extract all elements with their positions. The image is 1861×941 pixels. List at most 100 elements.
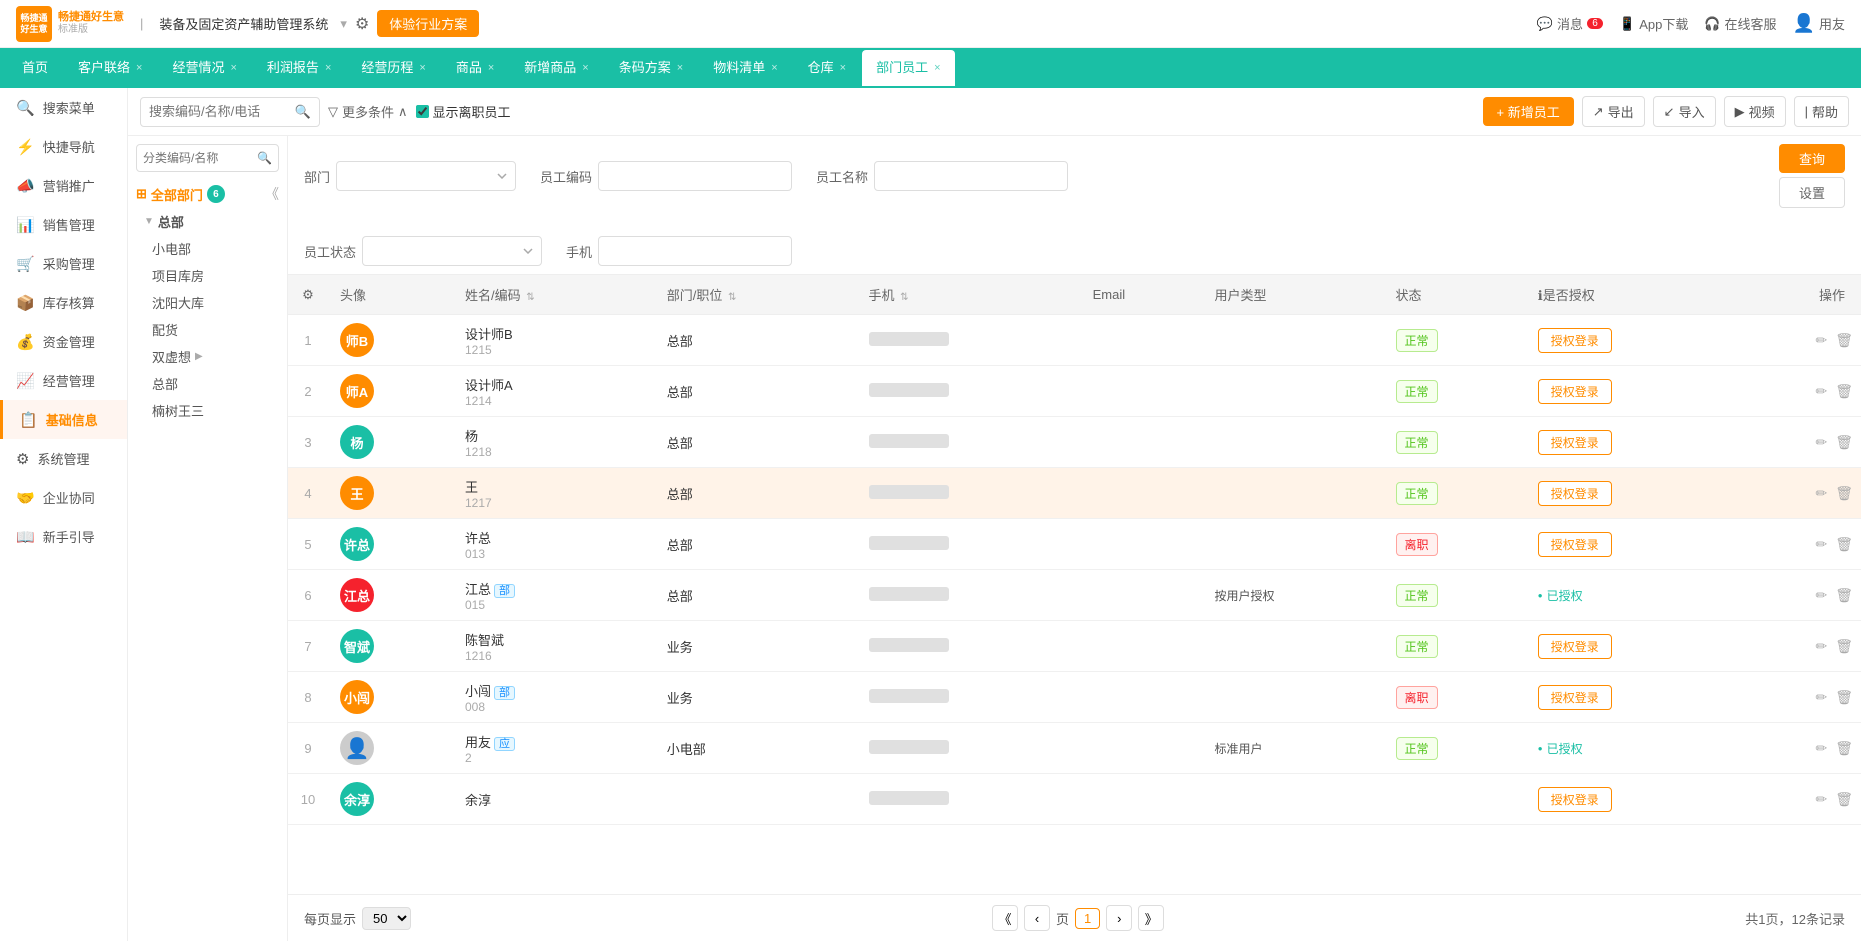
dept-search-wrap[interactable]: 🔍 (136, 144, 279, 172)
nav-tab-条码方案[interactable]: 条码方案× (605, 50, 697, 86)
sidebar-item-快捷导航[interactable]: ⚡快捷导航 (0, 127, 127, 166)
show-resigned-checkbox[interactable]: 显示离职员工 (416, 102, 511, 121)
nav-tab-经营情况[interactable]: 经营情况× (158, 50, 250, 86)
dept-filter-select[interactable] (336, 161, 516, 191)
delete-button[interactable]: 🗑 (1835, 638, 1853, 655)
delete-button[interactable]: 🗑 (1835, 689, 1853, 706)
phone-filter-input[interactable] (598, 236, 792, 266)
help-button[interactable]: | 帮助 (1794, 96, 1849, 127)
nav-tab-经营历程[interactable]: 经营历程× (347, 50, 439, 86)
sidebar-item-新手引导[interactable]: 📖新手引导 (0, 517, 127, 556)
prev-page-button[interactable]: ‹ (1024, 905, 1050, 931)
close-tab-icon[interactable]: × (230, 50, 236, 86)
nav-tab-仓库[interactable]: 仓库× (794, 50, 860, 86)
empcode-filter-input[interactable] (598, 161, 792, 191)
edit-button[interactable]: ✏ (1815, 536, 1827, 553)
dept-collapse-button[interactable]: 《 (265, 184, 279, 204)
auth-login-button[interactable]: 授权登录 (1538, 328, 1612, 353)
sidebar-item-经营管理[interactable]: 📈经营管理 (0, 361, 127, 400)
sidebar-item-基础信息[interactable]: 📋基础信息 (0, 400, 127, 439)
close-tab-icon[interactable]: × (325, 50, 331, 86)
nav-tab-首页[interactable]: 首页 (8, 50, 62, 86)
query-button[interactable]: 查询 (1779, 144, 1845, 173)
dept-tree-item-项目库房[interactable]: 项目库房 (136, 262, 279, 289)
page-size-select[interactable]: 50 (362, 907, 411, 930)
first-page-button[interactable]: 《 (992, 905, 1018, 931)
delete-button[interactable]: 🗑 (1835, 587, 1853, 604)
experience-button[interactable]: 体验行业方案 (377, 10, 479, 37)
sidebar-item-搜索菜单[interactable]: 🔍搜索菜单 (0, 88, 127, 127)
gear-button[interactable]: ⚙ (355, 14, 369, 34)
sidebar-item-营销推广[interactable]: 📣营销推广 (0, 166, 127, 205)
last-page-button[interactable]: 》 (1138, 905, 1164, 931)
auth-login-button[interactable]: 授权登录 (1538, 379, 1612, 404)
empstatus-filter-select[interactable] (362, 236, 542, 266)
edit-button[interactable]: ✏ (1815, 791, 1827, 808)
online-service-button[interactable]: 🎧 在线客服 (1704, 14, 1776, 33)
delete-button[interactable]: 🗑 (1835, 536, 1853, 553)
auth-login-button[interactable]: 授权登录 (1538, 532, 1612, 557)
sort-phone-icon[interactable]: ⇅ (900, 292, 908, 303)
sidebar-item-库存核算[interactable]: 📦库存核算 (0, 283, 127, 322)
more-conditions-button[interactable]: ▽ 更多条件 ∧ (328, 102, 408, 121)
sidebar-item-企业协同[interactable]: 🤝企业协同 (0, 478, 127, 517)
next-page-button[interactable]: › (1106, 905, 1132, 931)
search-wrap[interactable]: 🔍 (140, 97, 320, 127)
close-tab-icon[interactable]: × (771, 50, 777, 86)
dept-search-input[interactable] (143, 151, 257, 165)
nav-tab-新增商品[interactable]: 新增商品× (510, 50, 602, 86)
delete-button[interactable]: 🗑 (1835, 434, 1853, 451)
empname-filter-input[interactable] (874, 161, 1068, 191)
export-button[interactable]: ↗ 导出 (1582, 96, 1645, 127)
close-tab-icon[interactable]: × (488, 50, 494, 86)
close-tab-icon[interactable]: × (136, 50, 142, 86)
current-page-display[interactable]: 1 (1075, 908, 1100, 929)
nav-tab-客户联络[interactable]: 客户联络× (64, 50, 156, 86)
sort-name-icon[interactable]: ⇅ (526, 292, 534, 303)
dept-tree-item-总部[interactable]: 总部 (136, 370, 279, 397)
nav-tab-部门员工[interactable]: 部门员工× (862, 50, 954, 86)
auth-login-button[interactable]: 授权登录 (1538, 787, 1612, 812)
nav-tab-物料清单[interactable]: 物料清单× (699, 50, 791, 86)
dept-tree-item-沈阳大库[interactable]: 沈阳大库 (136, 289, 279, 316)
col-settings[interactable]: ⚙ (288, 275, 328, 315)
close-tab-icon[interactable]: × (677, 50, 683, 86)
edit-button[interactable]: ✏ (1815, 740, 1827, 757)
edit-button[interactable]: ✏ (1815, 638, 1827, 655)
user-menu-button[interactable]: 👤 用友 (1793, 13, 1845, 34)
delete-button[interactable]: 🗑 (1835, 791, 1853, 808)
auth-login-button[interactable]: 授权登录 (1538, 430, 1612, 455)
nav-tab-商品[interactable]: 商品× (442, 50, 508, 86)
dept-tree-item-小电部[interactable]: 小电部 (136, 235, 279, 262)
settings-icon[interactable]: ⚙ (302, 287, 314, 302)
delete-button[interactable]: 🗑 (1835, 485, 1853, 502)
all-dept-button[interactable]: ⊞ 全部部门 6 (136, 185, 225, 204)
show-resigned-input[interactable] (416, 105, 429, 118)
dept-tree-item-楠树王三[interactable]: 楠树王三 (136, 397, 279, 424)
edit-button[interactable]: ✏ (1815, 332, 1827, 349)
edit-button[interactable]: ✏ (1815, 383, 1827, 400)
import-button[interactable]: ↙ 导入 (1653, 96, 1716, 127)
close-tab-icon[interactable]: × (419, 50, 425, 86)
message-button[interactable]: 💬 消息 6 (1537, 14, 1603, 33)
auth-login-button[interactable]: 授权登录 (1538, 481, 1612, 506)
app-download-button[interactable]: 📱 App下载 (1619, 14, 1688, 33)
sidebar-item-系统管理[interactable]: ⚙系统管理 (0, 439, 127, 478)
edit-button[interactable]: ✏ (1815, 689, 1827, 706)
delete-button[interactable]: 🗑 (1835, 740, 1853, 757)
search-input[interactable] (149, 104, 295, 119)
edit-button[interactable]: ✏ (1815, 485, 1827, 502)
close-tab-icon[interactable]: × (582, 50, 588, 86)
close-tab-icon[interactable]: × (840, 50, 846, 86)
auth-login-button[interactable]: 授权登录 (1538, 685, 1612, 710)
dept-tree-item-配货[interactable]: 配货 (136, 316, 279, 343)
reset-button[interactable]: 设置 (1779, 177, 1845, 208)
delete-button[interactable]: 🗑 (1835, 383, 1853, 400)
sidebar-item-采购管理[interactable]: 🛒采购管理 (0, 244, 127, 283)
video-button[interactable]: ▶ 视频 (1724, 96, 1786, 127)
add-employee-button[interactable]: + 新增员工 (1483, 97, 1574, 126)
sidebar-item-资金管理[interactable]: 💰资金管理 (0, 322, 127, 361)
edit-button[interactable]: ✏ (1815, 434, 1827, 451)
sidebar-item-销售管理[interactable]: 📊销售管理 (0, 205, 127, 244)
edit-button[interactable]: ✏ (1815, 587, 1827, 604)
